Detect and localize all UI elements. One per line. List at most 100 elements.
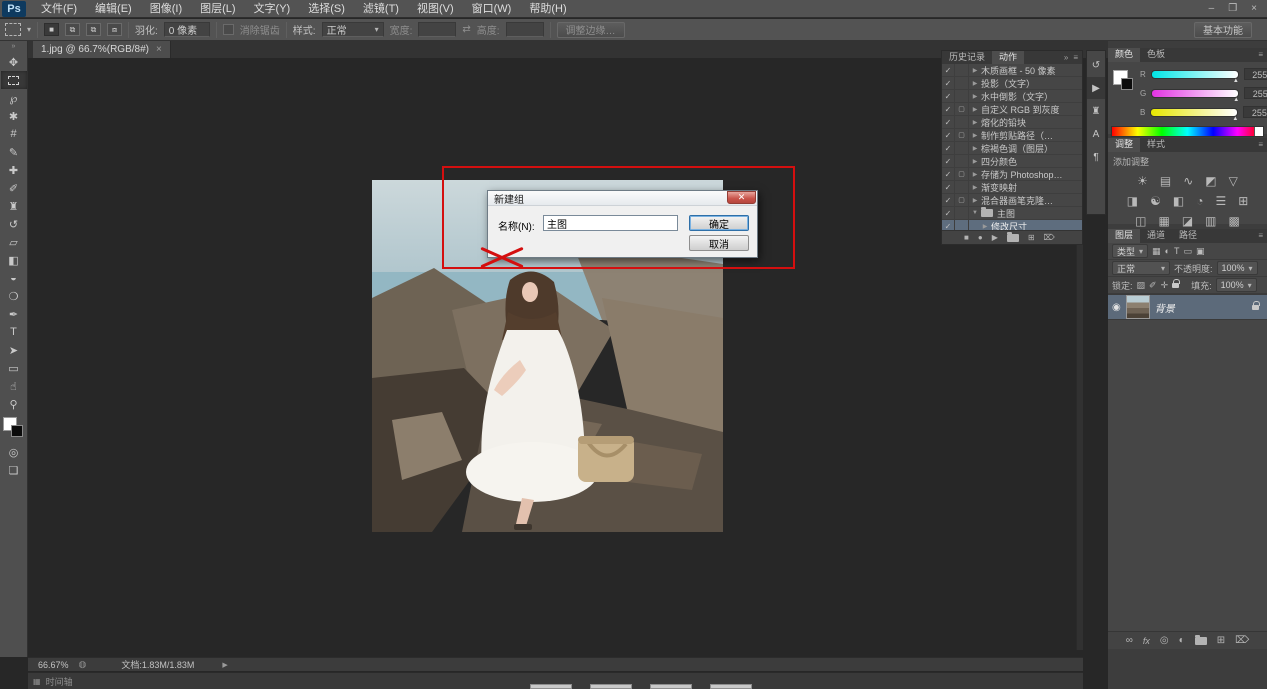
expand-icon[interactable]: ▶ xyxy=(969,145,981,152)
panel-menu-icon[interactable]: ≡ xyxy=(1073,51,1078,64)
levels-icon[interactable]: ▤ xyxy=(1160,174,1171,188)
tab-paths[interactable]: 路径 xyxy=(1172,229,1204,243)
width-input[interactable] xyxy=(418,22,456,37)
history-panel-icon[interactable]: ↺ xyxy=(1087,54,1105,76)
workspace-switcher[interactable]: 基本功能 xyxy=(1194,22,1252,38)
blue-slider[interactable]: ▲ xyxy=(1150,108,1238,117)
new-adjustment-layer-icon[interactable]: ◐ xyxy=(1179,635,1185,646)
include-check-icon[interactable]: ✓ xyxy=(942,207,955,220)
ok-button[interactable]: 确定 xyxy=(689,215,749,231)
tab-layers[interactable]: 图层 xyxy=(1108,229,1140,243)
record-icon[interactable]: ● xyxy=(978,233,983,242)
selective-color-icon[interactable]: ▩ xyxy=(1229,214,1240,228)
modal-dialog-icon[interactable]: ▢ xyxy=(955,103,969,116)
filter-type-dropdown[interactable]: 类型▾ xyxy=(1112,244,1148,258)
rectangular-marquee-tool[interactable] xyxy=(1,71,27,89)
actions-panel-icon[interactable]: ▶ xyxy=(1087,77,1105,99)
menu-layer[interactable]: 图层(L) xyxy=(191,0,244,18)
layer-row-background[interactable]: ◉ 背景 xyxy=(1108,294,1267,320)
menu-select[interactable]: 选择(S) xyxy=(299,0,354,18)
style-dropdown[interactable]: 正常▾ xyxy=(322,22,384,37)
tab-history[interactable]: 历史记录 xyxy=(942,51,992,64)
action-row[interactable]: ✓▶水中倒影（文字） xyxy=(942,90,1082,103)
close-icon[interactable]: × xyxy=(1251,3,1257,14)
dialog-close-icon[interactable]: ✕ xyxy=(727,191,756,204)
delete-layer-icon[interactable]: ⌦ xyxy=(1235,635,1249,646)
red-value[interactable]: 255 xyxy=(1244,68,1267,80)
restore-icon[interactable]: ❐ xyxy=(1228,3,1237,14)
modal-dialog-icon[interactable]: ▢ xyxy=(955,194,969,207)
pen-tool[interactable]: ✒ xyxy=(1,305,27,323)
tab-close-icon[interactable]: × xyxy=(156,44,162,55)
fill-dropdown[interactable]: 100%▾ xyxy=(1216,278,1257,292)
cancel-button[interactable]: 取消 xyxy=(689,235,749,251)
expand-icon[interactable]: ▶ xyxy=(969,119,981,126)
filter-type-icon[interactable]: T xyxy=(1174,246,1180,256)
clone-source-panel-icon[interactable]: ♜ xyxy=(1087,100,1105,122)
expand-icon[interactable]: ▶ xyxy=(969,197,981,204)
feather-input[interactable]: 0 像素 xyxy=(164,22,210,37)
include-check-icon[interactable]: ✓ xyxy=(942,77,955,90)
menu-view[interactable]: 视图(V) xyxy=(408,0,463,18)
threshold-icon[interactable]: ◪ xyxy=(1182,214,1193,228)
quick-mask-button[interactable]: ◎ xyxy=(1,443,27,461)
channel-mixer-icon[interactable]: ☰ xyxy=(1215,194,1226,208)
character-panel-icon[interactable]: A xyxy=(1087,123,1105,145)
include-check-icon[interactable]: ✓ xyxy=(942,64,955,77)
refine-edge-button[interactable]: 调整边缘… xyxy=(557,22,625,38)
menu-help[interactable]: 帮助(H) xyxy=(520,0,575,18)
new-selection-icon[interactable]: ■ xyxy=(44,23,59,36)
height-input[interactable] xyxy=(506,22,544,37)
play-icon[interactable]: ▶ xyxy=(992,233,998,242)
dodge-tool[interactable]: ❍ xyxy=(1,287,27,305)
menu-window[interactable]: 窗口(W) xyxy=(463,0,521,18)
minimize-icon[interactable]: – xyxy=(1209,3,1215,14)
menu-edit[interactable]: 编辑(E) xyxy=(86,0,141,18)
modal-dialog-icon[interactable]: ▢ xyxy=(955,129,969,142)
type-tool[interactable]: T xyxy=(1,323,27,341)
include-check-icon[interactable]: ✓ xyxy=(942,155,955,168)
brush-tool[interactable]: ✐ xyxy=(1,179,27,197)
tab-swatches[interactable]: 色板 xyxy=(1140,48,1172,62)
opacity-dropdown[interactable]: 100%▾ xyxy=(1217,261,1258,275)
toolbar-collapse-icon[interactable]: » xyxy=(12,41,16,53)
tab-styles[interactable]: 样式 xyxy=(1140,138,1172,152)
action-row[interactable]: ✓▶投影（文字） xyxy=(942,77,1082,90)
add-selection-icon[interactable]: ⧉ xyxy=(65,23,80,36)
expand-icon[interactable]: ▶ xyxy=(979,223,991,230)
clone-stamp-tool[interactable]: ♜ xyxy=(1,197,27,215)
crop-tool[interactable]: # xyxy=(1,125,27,143)
visibility-eye-icon[interactable]: ◉ xyxy=(1112,302,1121,313)
expand-icon[interactable]: ▶ xyxy=(969,67,981,74)
include-check-icon[interactable]: ✓ xyxy=(942,103,955,116)
include-check-icon[interactable]: ✓ xyxy=(942,129,955,142)
blend-mode-dropdown[interactable]: 正常▾ xyxy=(1112,261,1170,275)
document-tab[interactable]: 1.jpg @ 66.7%(RGB/8#) × xyxy=(33,41,171,58)
blur-tool[interactable]: ◒ xyxy=(1,269,27,287)
tab-channels[interactable]: 通道 xyxy=(1140,229,1172,243)
exposure-icon[interactable]: ◩ xyxy=(1205,174,1216,188)
panel-collapse-icon[interactable]: » xyxy=(1064,51,1068,64)
expand-icon[interactable]: ▶ xyxy=(969,80,981,87)
paragraph-panel-icon[interactable]: ¶ xyxy=(1087,146,1105,168)
chevron-down-icon[interactable]: ▾ xyxy=(27,25,31,34)
menu-filter[interactable]: 滤镜(T) xyxy=(354,0,408,18)
menu-type[interactable]: 文字(Y) xyxy=(245,0,300,18)
include-check-icon[interactable]: ✓ xyxy=(942,194,955,207)
blue-value[interactable]: 255 xyxy=(1243,106,1267,118)
history-brush-tool[interactable]: ↺ xyxy=(1,215,27,233)
photo-filter-icon[interactable]: ◔ xyxy=(1196,194,1203,208)
eraser-tool[interactable]: ▱ xyxy=(1,233,27,251)
add-mask-icon[interactable]: ◎ xyxy=(1160,635,1169,646)
panel-menu-icon[interactable]: ≡ xyxy=(1258,229,1263,243)
include-check-icon[interactable]: ✓ xyxy=(942,90,955,103)
delete-action-icon[interactable]: ⌦ xyxy=(1044,233,1055,242)
expand-icon[interactable]: ▶ xyxy=(969,171,981,178)
expand-icon[interactable]: ▶ xyxy=(969,93,981,100)
move-tool[interactable]: ✥ xyxy=(1,53,27,71)
expand-icon[interactable]: ▶ xyxy=(969,106,981,113)
background-color-swatch[interactable] xyxy=(11,425,23,437)
color-swatches[interactable] xyxy=(3,417,25,439)
menu-file[interactable]: 文件(F) xyxy=(32,0,86,18)
green-value[interactable]: 255 xyxy=(1244,87,1267,99)
